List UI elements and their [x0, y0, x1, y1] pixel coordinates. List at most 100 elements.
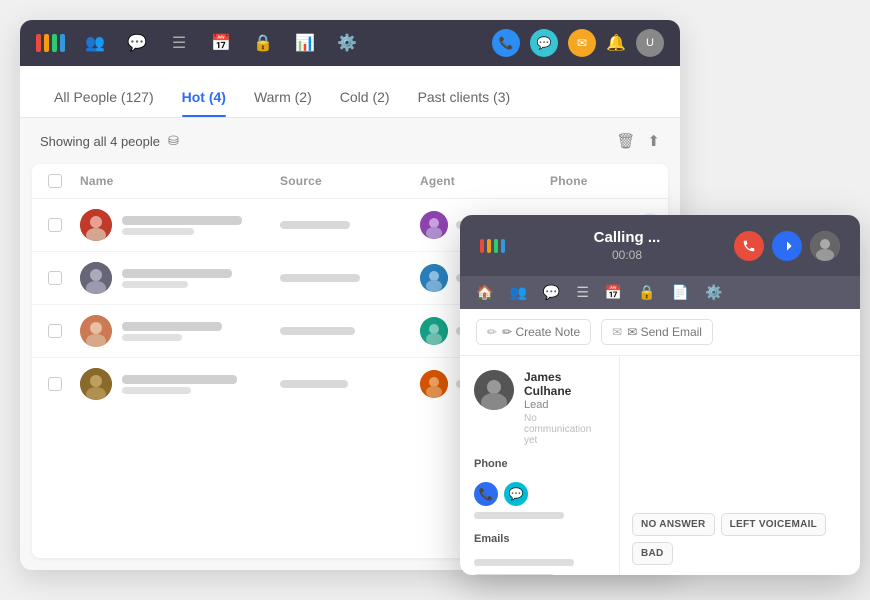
- calling-actions-bar: ✏ ✏ Create Note ✉ ✉ Send Email: [460, 309, 860, 356]
- nav-messages-icon[interactable]: 💬: [125, 31, 149, 55]
- filter-icon[interactable]: ⛁: [168, 133, 179, 149]
- row2-checkbox[interactable]: [48, 271, 80, 285]
- col-agent: Agent: [420, 174, 550, 188]
- row1-name-bar: [122, 216, 242, 225]
- calling-header: Calling ... 00:08: [460, 215, 860, 276]
- row3-checkbox[interactable]: [48, 324, 80, 338]
- row4-avatar: [80, 368, 112, 400]
- left-voicemail-button[interactable]: LEFT VOICEMAIL: [721, 513, 827, 536]
- notification-bell[interactable]: 🔔: [606, 33, 626, 53]
- toolbar-home-icon[interactable]: 🏠: [476, 284, 493, 301]
- user-avatar-nav[interactable]: U: [636, 29, 664, 57]
- tab-bar: All People (127) Hot (4) Warm (2) Cold (…: [20, 66, 680, 118]
- calling-title: Calling ...: [520, 229, 734, 246]
- nav-people-icon[interactable]: 👥: [83, 31, 107, 55]
- envelope-icon: ✉: [612, 325, 622, 339]
- row3-source-cell: [280, 327, 420, 335]
- tab-warm[interactable]: Warm (2): [240, 75, 326, 117]
- row2-name-bar: [122, 269, 232, 278]
- contact-panel: James Culhane Lead No communication yet …: [460, 356, 620, 575]
- row3-name-bar: [122, 322, 222, 331]
- calling-logo-stripe2: [487, 239, 491, 253]
- tab-all-people[interactable]: All People (127): [40, 75, 168, 117]
- logo-stripe-red: [36, 34, 41, 52]
- app-logo: [36, 34, 65, 52]
- send-email-label: ✉ Send Email: [627, 325, 702, 339]
- tab-past-clients[interactable]: Past clients (3): [404, 75, 525, 117]
- row3-source-bar: [280, 327, 355, 335]
- showing-count-text: Showing all 4 people: [40, 134, 160, 149]
- phone-section-data: 📞 💬: [474, 482, 605, 521]
- row1-agent-avatar: [420, 211, 448, 239]
- calling-body: James Culhane Lead No communication yet …: [460, 356, 860, 575]
- col-source: Source: [280, 174, 420, 188]
- row4-name-cell: [80, 368, 280, 400]
- toolbar-settings-icon[interactable]: ⚙️: [705, 284, 722, 301]
- row2-source-cell: [280, 274, 420, 282]
- col-checkbox: [48, 174, 80, 188]
- row4-source-cell: [280, 380, 420, 388]
- tab-cold[interactable]: Cold (2): [326, 75, 404, 117]
- nav-calendar-icon[interactable]: 📅: [209, 31, 233, 55]
- toolbar-lock-icon[interactable]: 🔒: [638, 284, 655, 301]
- chat-status-dot[interactable]: 💬: [530, 29, 558, 57]
- row4-checkbox[interactable]: [48, 377, 80, 391]
- end-call-button[interactable]: [734, 231, 764, 261]
- contact-name: James Culhane: [524, 370, 605, 398]
- nav-settings-icon[interactable]: ⚙️: [335, 31, 359, 55]
- logo-stripe-orange: [44, 34, 49, 52]
- calling-logo-stripe4: [501, 239, 505, 253]
- nav-chart-icon[interactable]: 📊: [293, 31, 317, 55]
- toolbar-message-icon[interactable]: 💬: [543, 284, 560, 301]
- row1-avatar: [80, 209, 112, 241]
- nav-list-icon[interactable]: ☰: [167, 31, 191, 55]
- phone-call-icon[interactable]: 📞: [474, 482, 498, 506]
- outcome-buttons: NO ANSWER LEFT VOICEMAIL BAD: [632, 513, 848, 565]
- row3-name-cell: [80, 315, 280, 347]
- table-header: Name Source Agent Phone Email: [32, 164, 668, 199]
- contact-avatar: [474, 370, 514, 410]
- forward-call-button[interactable]: [772, 231, 802, 261]
- row1-checkbox[interactable]: [48, 218, 80, 232]
- phone-sms-icon[interactable]: 💬: [504, 482, 528, 506]
- create-note-button[interactable]: ✏ ✏ Create Note: [476, 319, 591, 345]
- row2-avatar: [80, 262, 112, 294]
- row4-source-bar: [280, 380, 348, 388]
- row3-agent-avatar: [420, 317, 448, 345]
- toolbar-calendar-icon[interactable]: 📅: [605, 284, 622, 301]
- col-name: Name: [80, 174, 280, 188]
- row3-name-block: [122, 322, 222, 341]
- delete-filter-icon[interactable]: 🗑: [616, 132, 635, 150]
- phone-bar1: [474, 512, 564, 519]
- row1-source-cell: [280, 221, 420, 229]
- row2-name-cell: [80, 262, 280, 294]
- export-icon[interactable]: ⬆: [647, 132, 660, 150]
- col-phone: Phone: [550, 174, 668, 188]
- tab-hot[interactable]: Hot (4): [168, 75, 240, 117]
- nav-lock-icon[interactable]: 🔒: [251, 31, 275, 55]
- calling-logo-stripe3: [494, 239, 498, 253]
- row4-name-bar: [122, 375, 237, 384]
- no-answer-button[interactable]: NO ANSWER: [632, 513, 715, 536]
- send-email-button[interactable]: ✉ ✉ Send Email: [601, 319, 713, 345]
- calling-info: Calling ... 00:08: [520, 229, 734, 262]
- phone-section-label: Phone: [474, 458, 605, 470]
- row2-source-bar: [280, 274, 360, 282]
- row4-name-sub-bar: [122, 387, 191, 394]
- calling-contact-avatar-small: [810, 231, 840, 261]
- row1-name-cell: [80, 209, 280, 241]
- bad-outcome-button[interactable]: BAD: [632, 542, 673, 565]
- contact-role: Lead: [524, 399, 605, 411]
- row2-name-block: [122, 269, 232, 288]
- calling-logo-stripe1: [480, 239, 484, 253]
- row3-name-sub-bar: [122, 334, 182, 341]
- toolbar-doc-icon[interactable]: 📄: [672, 284, 689, 301]
- header-checkbox[interactable]: [48, 174, 62, 188]
- toolbar-people-icon[interactable]: 👥: [509, 284, 526, 301]
- toolbar-list-icon[interactable]: ☰: [576, 284, 589, 301]
- email-status-dot[interactable]: ✉: [568, 29, 596, 57]
- email-bar2: [474, 574, 554, 575]
- logo-stripe-blue: [60, 34, 65, 52]
- filter-actions: 🗑 ⬆: [616, 132, 660, 150]
- phone-status-dot[interactable]: 📞: [492, 29, 520, 57]
